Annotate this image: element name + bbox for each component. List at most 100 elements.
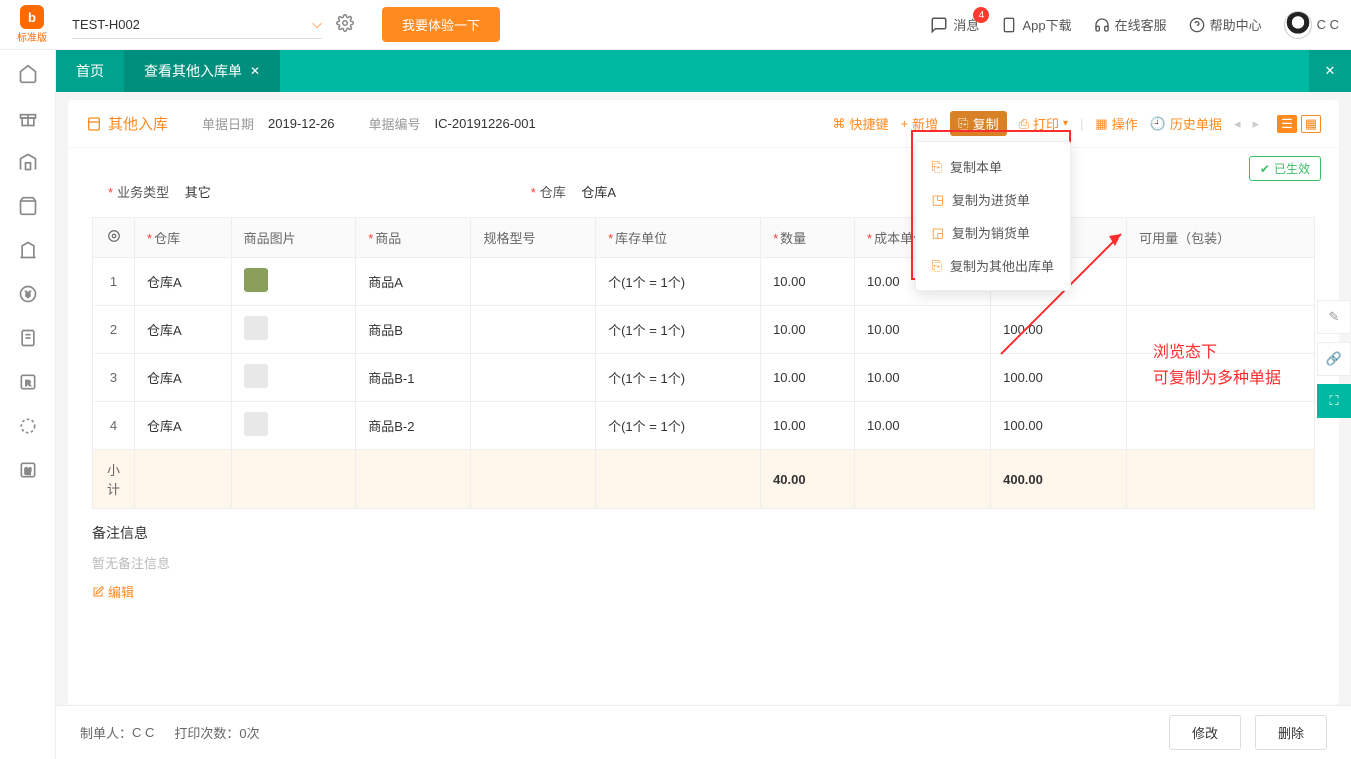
- row-qty: 10.00: [761, 258, 855, 306]
- logo-icon: b: [20, 5, 44, 29]
- prev-icon[interactable]: ◂: [1234, 116, 1241, 132]
- next-icon[interactable]: ▸: [1252, 116, 1259, 132]
- shortcut-button[interactable]: ⌘快捷键: [833, 114, 889, 133]
- refresh-icon[interactable]: [18, 416, 38, 436]
- row-qty: 10.00: [761, 306, 855, 354]
- table-header-row: *仓库 商品图片 *商品 规格型号 *库存单位 *数量 *成本单价 *成本金额 …: [93, 218, 1315, 258]
- card-header: 其他入库 单据日期 2019-12-26 单据编号 IC-20191226-00…: [68, 100, 1339, 148]
- table-row[interactable]: 4 仓库A 商品B-2 个(1个 = 1个) 10.00 10.00 100.0…: [93, 402, 1315, 450]
- product-image-icon: [244, 412, 268, 436]
- table-row[interactable]: 2 仓库A 商品B 个(1个 = 1个) 10.00 10.00 100.00: [93, 306, 1315, 354]
- trial-button[interactable]: 我要体验一下: [382, 7, 500, 42]
- copy-purchase-item[interactable]: ◳复制为进货单: [916, 183, 1070, 216]
- edit-remark-button[interactable]: 编辑: [92, 582, 134, 601]
- rail-link-icon[interactable]: 🔗: [1317, 342, 1351, 376]
- row-unit-cost: 10.00: [855, 354, 991, 402]
- copy-icon: ⎘: [932, 159, 942, 175]
- card-view-toggle[interactable]: ▦: [1301, 115, 1321, 133]
- col-gear[interactable]: [93, 218, 135, 258]
- rail-note-icon[interactable]: ✎: [1317, 300, 1351, 334]
- gift-icon[interactable]: [18, 108, 38, 128]
- copy-button[interactable]: ⎘复制: [950, 111, 1006, 136]
- date-value: 2019-12-26: [268, 116, 335, 131]
- home-icon[interactable]: [18, 64, 38, 84]
- row-warehouse: 仓库A: [135, 402, 232, 450]
- building-icon[interactable]: [18, 240, 38, 260]
- close-icon[interactable]: ✕: [250, 64, 260, 78]
- form-row: *业务类型 其它 *仓库 仓库A: [108, 182, 1315, 201]
- user-name: C C: [1317, 17, 1339, 32]
- modify-button[interactable]: 修改: [1169, 715, 1241, 750]
- creator-label: 制单人：: [80, 723, 132, 742]
- clipboard-icon[interactable]: [18, 328, 38, 348]
- doc-body: *业务类型 其它 *仓库 仓库A *仓库: [68, 148, 1339, 705]
- grid-icon: ▦: [1095, 116, 1107, 132]
- phone-icon: [1001, 17, 1017, 33]
- table-row[interactable]: 3 仓库A 商品B-1 个(1个 = 1个) 10.00 10.00 100.0…: [93, 354, 1315, 402]
- operate-button[interactable]: ▦操作: [1095, 114, 1137, 133]
- settings-icon[interactable]: [336, 14, 354, 35]
- tab-view-other-in[interactable]: 查看其他入库单 ✕: [124, 50, 280, 92]
- copy-sales-item[interactable]: ◲复制为销货单: [916, 216, 1070, 249]
- report-icon[interactable]: R: [18, 372, 38, 392]
- warehouse-field: *仓库 仓库A: [531, 182, 616, 201]
- print-count-value: 0次: [239, 723, 259, 742]
- row-image: [231, 258, 356, 306]
- date-label: 单据日期: [202, 114, 254, 133]
- help-center-button[interactable]: 帮助中心: [1189, 15, 1262, 34]
- close-all-tabs-button[interactable]: ✕: [1309, 50, 1351, 92]
- message-icon: [930, 16, 948, 34]
- new-button[interactable]: +新增: [901, 114, 939, 133]
- tab-home-label: 首页: [76, 61, 104, 81]
- rail-expand-icon[interactable]: ⛶: [1317, 384, 1351, 418]
- app-download-button[interactable]: App下载: [1001, 15, 1071, 34]
- svg-text:新: 新: [24, 466, 31, 475]
- row-unit-cost: 10.00: [855, 306, 991, 354]
- money-icon[interactable]: ¥: [18, 284, 38, 304]
- row-warehouse: 仓库A: [135, 306, 232, 354]
- app-download-label: App下载: [1022, 15, 1071, 34]
- row-image: [231, 402, 356, 450]
- col-warehouse: *仓库: [135, 218, 232, 258]
- table-row[interactable]: 1 仓库A 商品A 个(1个 = 1个) 10.00 10.00 100.00: [93, 258, 1315, 306]
- list-view-toggle[interactable]: ☰: [1277, 115, 1297, 133]
- row-unit: 个(1个 = 1个): [596, 306, 761, 354]
- history-button[interactable]: 🕘历史单据: [1150, 114, 1222, 133]
- tab-bar: 首页 查看其他入库单 ✕ ✕: [56, 50, 1351, 92]
- print-icon: ⎙: [1019, 116, 1029, 132]
- other-out-icon: ⎘: [932, 258, 942, 274]
- row-index: 3: [93, 354, 135, 402]
- logo[interactable]: b 标准版: [12, 5, 52, 44]
- doc-icon: [86, 116, 102, 132]
- row-unit: 个(1个 = 1个): [596, 258, 761, 306]
- row-available: [1127, 402, 1315, 450]
- document-card: 其他入库 单据日期 2019-12-26 单据编号 IC-20191226-00…: [68, 100, 1339, 705]
- col-available: 可用量（包装）: [1127, 218, 1315, 258]
- online-service-button[interactable]: 在线客服: [1094, 15, 1167, 34]
- row-available: [1127, 354, 1315, 402]
- messages-button[interactable]: 消息 4: [930, 15, 979, 34]
- row-image: [231, 354, 356, 402]
- status-badge: ✔已生效: [1249, 156, 1321, 181]
- bag-icon[interactable]: [18, 196, 38, 216]
- delete-button[interactable]: 删除: [1255, 715, 1327, 750]
- row-qty: 10.00: [761, 354, 855, 402]
- row-product: 商品B: [356, 306, 471, 354]
- online-service-label: 在线客服: [1115, 15, 1167, 34]
- new-icon[interactable]: 新: [18, 460, 38, 480]
- chevron-down-icon: ▾: [1063, 118, 1068, 129]
- edit-icon: [92, 586, 104, 598]
- row-spec: [471, 258, 596, 306]
- print-button[interactable]: ⎙打印▾: [1019, 114, 1068, 133]
- copy-other-out-item[interactable]: ⎘复制为其他出库单: [916, 249, 1070, 282]
- warehouse-icon[interactable]: [18, 152, 38, 172]
- chevron-down-icon: ⌵: [312, 16, 322, 32]
- subtotal-label: 小计: [93, 450, 135, 509]
- copy-doc-item[interactable]: ⎘复制本单: [916, 150, 1070, 183]
- tab-home[interactable]: 首页: [56, 50, 124, 92]
- main-area: 首页 查看其他入库单 ✕ ✕ 其他入库 单据日期 2019-12-26 单据编号…: [56, 50, 1351, 759]
- user-menu[interactable]: C C: [1284, 11, 1339, 39]
- row-unit-cost: 10.00: [855, 402, 991, 450]
- product-image-icon: [244, 268, 268, 292]
- org-selector[interactable]: TEST-H002 ⌵: [72, 10, 322, 39]
